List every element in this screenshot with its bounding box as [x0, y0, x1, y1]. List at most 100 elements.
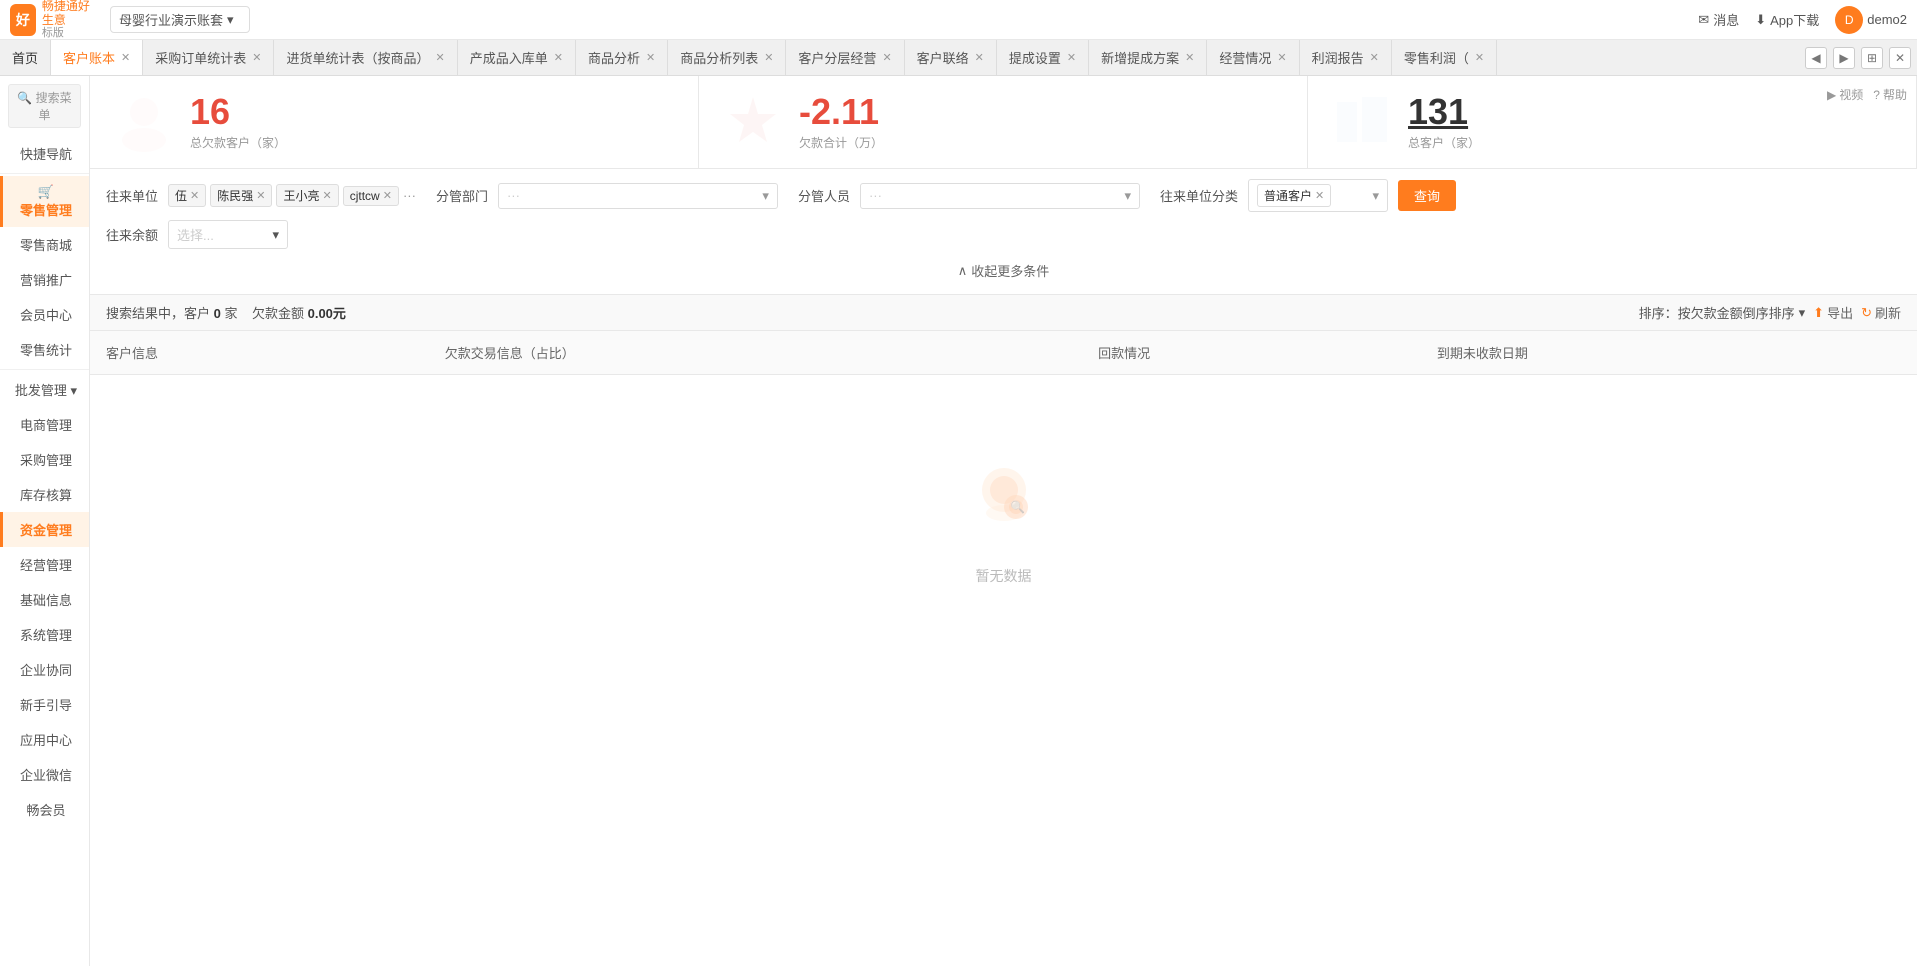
- refresh-button[interactable]: ↻ 刷新: [1861, 303, 1901, 322]
- tab-close-add-plan[interactable]: ✕: [1185, 51, 1194, 64]
- user-avatar[interactable]: D demo2: [1835, 6, 1907, 34]
- tab-close-profit-report[interactable]: ✕: [1370, 51, 1379, 64]
- tab-home[interactable]: 首页: [0, 40, 51, 76]
- tab-product-inbound[interactable]: 产成品入库单 ✕: [458, 40, 576, 76]
- tab-close-product-analysis-list[interactable]: ✕: [764, 51, 773, 64]
- stat-label-total: 总客户（家）: [1408, 134, 1480, 151]
- sidebar-item-inventory[interactable]: 库存核算: [0, 477, 89, 512]
- sidebar-item-zero-mgmt[interactable]: 🛒 零售管理: [0, 176, 89, 227]
- sidebar-divider-2: [0, 369, 89, 370]
- stat-icon-debt: [723, 92, 783, 152]
- tab-prev-button[interactable]: ◀: [1805, 47, 1827, 69]
- col-due-date: 到期未收款日期: [1421, 331, 1917, 375]
- tab-raise-setting[interactable]: 提成设置 ✕: [997, 40, 1089, 76]
- collapse-button[interactable]: ∧ 收起更多条件: [954, 257, 1054, 284]
- sidebar-item-app-center[interactable]: 应用中心: [0, 722, 89, 757]
- sidebar-search-area[interactable]: 🔍 搜索菜单: [0, 76, 89, 136]
- message-button[interactable]: ✉ 消息: [1698, 10, 1739, 29]
- unit-class-tag: 普通客户 ✕: [1257, 184, 1331, 207]
- tab-close-purchase-order[interactable]: ✕: [252, 51, 261, 64]
- tab-purchase-order[interactable]: 采购订单统计表 ✕: [143, 40, 274, 76]
- sidebar-item-batch-mgmt[interactable]: 批发管理 ▾: [0, 372, 89, 407]
- filter-tags-unit: 伍 ✕ 陈民强 ✕ 王小亮 ✕ cjttcw ✕ ···: [168, 184, 416, 207]
- filter-row-2: 往来余额 选择... ▾: [106, 220, 1901, 249]
- tab-product-analysis[interactable]: 商品分析 ✕: [576, 40, 668, 76]
- tab-zero-profit[interactable]: 零售利润（ ✕: [1392, 40, 1497, 76]
- tab-add-plan[interactable]: 新增提成方案 ✕: [1089, 40, 1207, 76]
- tab-close-customer-layer[interactable]: ✕: [882, 51, 891, 64]
- tab-close-operation[interactable]: ✕: [1277, 51, 1286, 64]
- unit-class-select[interactable]: 普通客户 ✕ ▾: [1248, 179, 1388, 212]
- sidebar-item-new-guide[interactable]: 新手引导: [0, 687, 89, 722]
- tab-expand-button[interactable]: ⊞: [1861, 47, 1883, 69]
- help-button[interactable]: ? 帮助: [1873, 86, 1907, 103]
- sidebar-item-member[interactable]: 会员中心: [0, 297, 89, 332]
- sidebar: 🔍 搜索菜单 快捷导航 🛒 零售管理 零售商城 营销推广 会员中心: [0, 76, 90, 966]
- sidebar-item-system[interactable]: 系统管理: [0, 617, 89, 652]
- query-button[interactable]: 查询: [1398, 180, 1456, 211]
- sidebar-item-marketing[interactable]: 营销推广: [0, 262, 89, 297]
- sidebar-item-vip-member[interactable]: 畅会员: [0, 792, 89, 827]
- filter-tag-unit-2: 陈民强 ✕: [210, 184, 272, 207]
- remove-tag-unit-2[interactable]: ✕: [256, 189, 265, 202]
- top-bar-right: ✉ 消息 ⬇ App下载 D demo2: [1698, 6, 1907, 34]
- tab-close-all-button[interactable]: ✕: [1889, 47, 1911, 69]
- remove-tag-unit-1[interactable]: ✕: [190, 189, 199, 202]
- sidebar-item-capital[interactable]: 资金管理: [0, 512, 89, 547]
- sidebar-divider-1: [0, 173, 89, 174]
- refresh-icon: ↻: [1861, 305, 1872, 321]
- remove-unit-class[interactable]: ✕: [1315, 189, 1324, 202]
- sidebar-item-enterprise[interactable]: 企业协同: [0, 652, 89, 687]
- export-button[interactable]: ⬆ 导出: [1813, 303, 1853, 322]
- remainder-chevron: ▾: [272, 227, 279, 243]
- dept-select[interactable]: ··· ▾: [498, 183, 778, 209]
- tab-close-product-analysis[interactable]: ✕: [646, 51, 655, 64]
- stat-icon-total: [1332, 92, 1392, 152]
- filter-more-btn[interactable]: ···: [403, 188, 416, 203]
- remove-tag-unit-4[interactable]: ✕: [383, 189, 392, 202]
- sidebar-item-basic-info[interactable]: 基础信息: [0, 582, 89, 617]
- stat-label-debt: 欠款合计（万）: [799, 134, 883, 151]
- tab-close-inbound-stats[interactable]: ✕: [436, 51, 445, 64]
- remove-tag-unit-3[interactable]: ✕: [323, 189, 332, 202]
- person-select[interactable]: ··· ▾: [860, 183, 1140, 209]
- tab-customer-capital[interactable]: 客户账本 ✕: [51, 40, 143, 76]
- stat-content-total: 131 总客户（家）: [1408, 94, 1480, 151]
- empty-text: 暂无数据: [976, 566, 1032, 586]
- tab-next-button[interactable]: ▶: [1833, 47, 1855, 69]
- tab-close-customer-capital[interactable]: ✕: [121, 51, 130, 64]
- app-download-button[interactable]: ⬇ App下载: [1755, 10, 1819, 29]
- person-chevron: ▾: [1124, 188, 1131, 204]
- tab-customer-contact[interactable]: 客户联络 ✕: [905, 40, 997, 76]
- tab-inbound-stats[interactable]: 进货单统计表（按商品） ✕: [274, 40, 457, 76]
- tab-close-product-inbound[interactable]: ✕: [554, 51, 563, 64]
- tab-customer-layer[interactable]: 客户分层经营 ✕: [786, 40, 904, 76]
- tab-close-zero-profit[interactable]: ✕: [1475, 51, 1484, 64]
- sort-chevron-icon: ▾: [1799, 305, 1806, 321]
- result-info: 搜索结果中，客户 0 家 欠款金额 0.00元: [106, 303, 346, 322]
- tab-product-analysis-list[interactable]: 商品分析列表 ✕: [668, 40, 786, 76]
- sidebar-item-zero-stats[interactable]: 零售统计: [0, 332, 89, 367]
- sidebar-item-purchase[interactable]: 采购管理: [0, 442, 89, 477]
- remainder-select[interactable]: 选择... ▾: [168, 220, 288, 249]
- table-toolbar: 搜索结果中，客户 0 家 欠款金额 0.00元 排序：按欠款金额倒序排序 ▾ ⬆…: [90, 295, 1917, 331]
- stat-card-customers: 16 总欠款客户（家）: [90, 76, 699, 168]
- tab-close-customer-contact[interactable]: ✕: [975, 51, 984, 64]
- sidebar-item-zero-mall[interactable]: 零售商城: [0, 227, 89, 262]
- stat-label-customers: 总欠款客户（家）: [190, 134, 286, 151]
- collapse-row: ∧ 收起更多条件: [106, 257, 1901, 284]
- sidebar-search-input[interactable]: 🔍 搜索菜单: [8, 84, 81, 128]
- tab-profit-report[interactable]: 利润报告 ✕: [1300, 40, 1392, 76]
- tab-close-raise-setting[interactable]: ✕: [1067, 51, 1076, 64]
- help-icon: ?: [1873, 88, 1880, 102]
- sidebar-item-enterprise-wechat[interactable]: 企业微信: [0, 757, 89, 792]
- stat-icon-customers: [114, 92, 174, 152]
- sidebar-item-ecommerce[interactable]: 电商管理: [0, 407, 89, 442]
- tab-operation[interactable]: 经营情况 ✕: [1207, 40, 1299, 76]
- stats-row: 16 总欠款客户（家） -2.11 欠款合计（万）: [90, 76, 1917, 169]
- company-selector[interactable]: 母婴行业演示账套 ▾: [110, 6, 250, 33]
- sidebar-item-operation-mgmt[interactable]: 经营管理: [0, 547, 89, 582]
- sidebar-item-quick-nav[interactable]: 快捷导航: [0, 136, 89, 171]
- sort-select[interactable]: 排序：按欠款金额倒序排序 ▾: [1639, 303, 1806, 322]
- video-button[interactable]: ▶ 视频: [1827, 86, 1863, 103]
